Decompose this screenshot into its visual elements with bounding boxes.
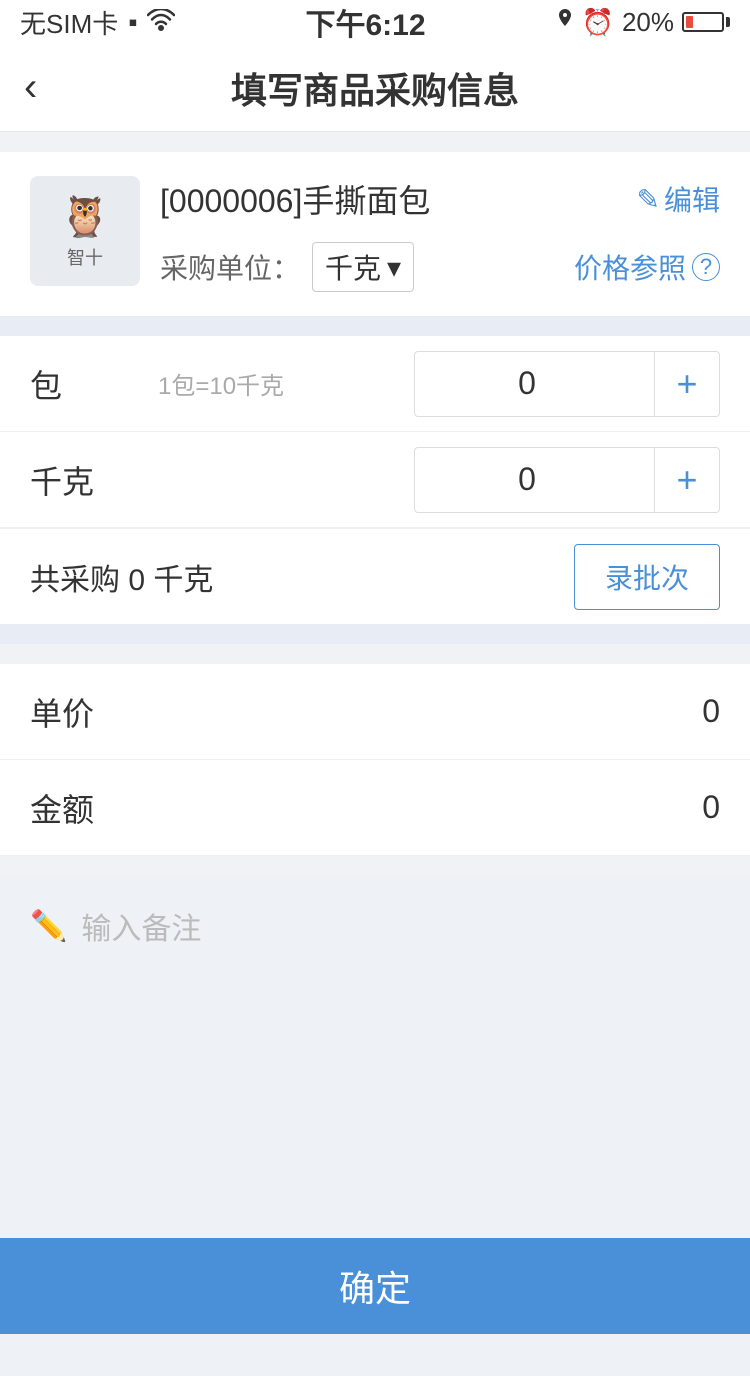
brand-text: 智十 [67, 244, 103, 270]
back-button[interactable]: ‹ [24, 65, 37, 110]
summary-row: 共采购 0 千克 录批次 [0, 528, 750, 624]
kg-input-wrap: + [414, 447, 720, 513]
kg-plus-button[interactable]: + [654, 447, 720, 513]
edit-button[interactable]: ✎ 编辑 [637, 179, 720, 219]
purchase-unit-row: 采购单位： 千克 ▾ 价格参照 ? [160, 242, 720, 292]
unit-price-label: 单价 [30, 689, 94, 735]
location-icon [556, 7, 574, 38]
summary-amount: 0 [128, 564, 145, 597]
bao-input[interactable] [414, 351, 654, 417]
confirm-label: 确定 [339, 1260, 411, 1312]
note-section[interactable]: ✏️ 输入备注 [0, 876, 750, 976]
brand-logo-icon: 🦉 [60, 193, 110, 240]
product-full-name: [0000006]手撕面包 [160, 176, 430, 222]
product-name-row: [0000006]手撕面包 ✎ 编辑 [160, 176, 720, 222]
batch-button[interactable]: 录批次 [574, 544, 720, 610]
status-left: 无SIM卡 ▪ [20, 4, 175, 41]
amount-row: 金额 0 [0, 760, 750, 856]
page-title: 填写商品采购信息 [231, 62, 519, 114]
unit-selector-wrap: 采购单位： 千克 ▾ [160, 242, 414, 292]
divider-2 [0, 624, 750, 644]
kg-input-row: 千克 + [0, 432, 750, 528]
unit-price-value: 0 [702, 693, 720, 730]
battery-icon [682, 12, 730, 32]
amount-value: 0 [702, 789, 720, 826]
product-thumbnail: 🦉 智十 [60, 193, 110, 270]
summary-text: 共采购 0 千克 [30, 555, 213, 599]
kg-label: 千克 [30, 457, 150, 503]
status-bar: 无SIM卡 ▪ 下午6:12 ⏰ 20% [0, 0, 750, 44]
note-placeholder: 输入备注 [81, 904, 201, 948]
wifi-icon [147, 7, 175, 38]
bao-input-row: 包 1包=10千克 + [0, 336, 750, 432]
amount-label: 金额 [30, 785, 94, 831]
edit-icon: ✎ [637, 183, 660, 216]
price-ref-button[interactable]: 价格参照 ? [574, 247, 720, 287]
summary-unit: 千克 [153, 564, 213, 597]
signal-icon: ▪ [128, 7, 137, 38]
bao-input-wrap: + [414, 351, 720, 417]
battery-percent: 20% [622, 7, 674, 38]
carrier-label: 无SIM卡 [20, 4, 118, 41]
pencil-icon: ✏️ [30, 909, 67, 944]
input-section: 包 1包=10千克 + 千克 + 共采购 0 千克 录批次 [0, 336, 750, 624]
status-right: ⏰ 20% [556, 7, 730, 38]
bao-label: 包 [30, 361, 150, 407]
product-card: 🦉 智十 [0000006]手撕面包 ✎ 编辑 采购单位： 千克 ▾ 价格参照 … [0, 152, 750, 316]
unit-value: 千克 [325, 247, 381, 287]
product-image: 🦉 智十 [30, 176, 140, 286]
purchase-unit-label: 采购单位： [160, 247, 300, 287]
status-time: 下午6:12 [305, 0, 425, 44]
divider-1 [0, 316, 750, 336]
product-info: [0000006]手撕面包 ✎ 编辑 采购单位： 千克 ▾ 价格参照 ? [160, 176, 720, 292]
confirm-button[interactable]: 确定 [0, 1238, 750, 1334]
price-ref-help-icon: ? [692, 253, 720, 281]
unit-dropdown[interactable]: 千克 ▾ [312, 242, 414, 292]
summary-label: 共采购 [30, 564, 120, 597]
nav-bar: ‹ 填写商品采购信息 [0, 44, 750, 132]
unit-price-row: 单价 0 [0, 664, 750, 760]
kg-input[interactable] [414, 447, 654, 513]
price-section: 单价 0 金额 0 [0, 664, 750, 856]
dropdown-arrow: ▾ [387, 251, 401, 284]
alarm-icon: ⏰ [582, 7, 614, 38]
price-ref-label: 价格参照 [574, 247, 686, 287]
bao-plus-button[interactable]: + [654, 351, 720, 417]
bao-sublabel: 1包=10千克 [158, 366, 414, 401]
